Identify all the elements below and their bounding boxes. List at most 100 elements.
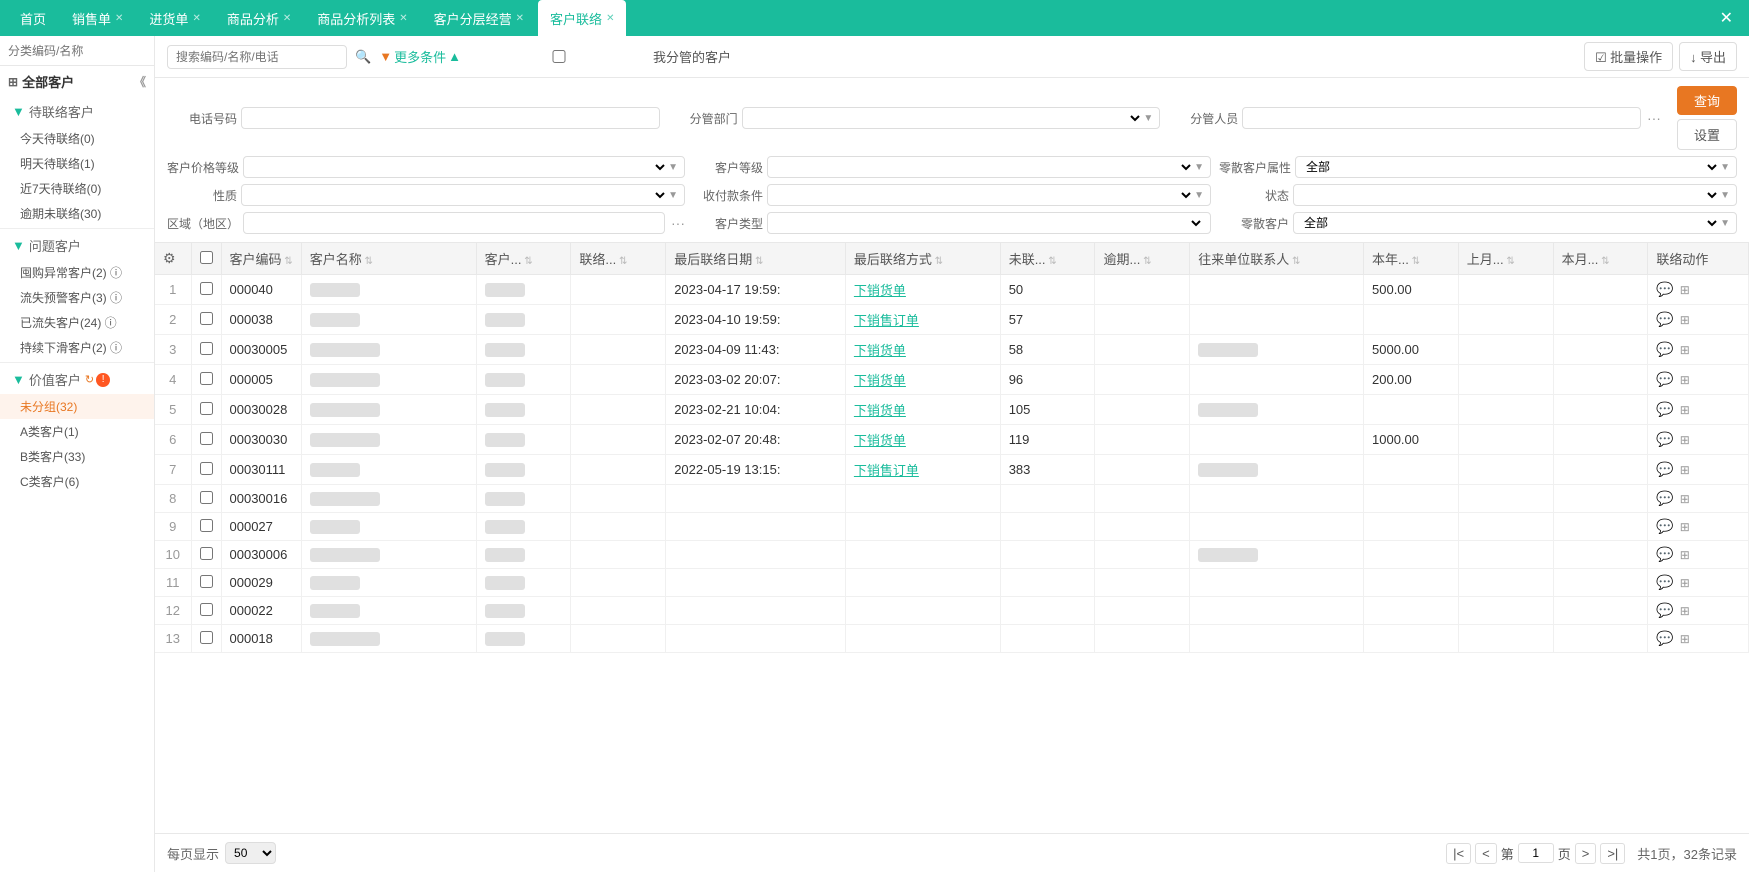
last-method-link[interactable]: 下销货单 [854, 433, 906, 448]
grid-action-icon[interactable]: ⊞ [1680, 632, 1690, 646]
grid-action-icon[interactable]: ⊞ [1680, 463, 1690, 477]
close-analysis-list-tab[interactable]: ✕ [399, 13, 407, 24]
comment-icon[interactable]: 💬 [1656, 371, 1673, 388]
th-check[interactable] [191, 243, 221, 275]
cust-type-wrapper[interactable] [767, 212, 1211, 234]
row-check[interactable] [191, 485, 221, 513]
page-input[interactable] [1518, 843, 1554, 863]
last-method-link[interactable]: 下销货单 [854, 343, 906, 358]
more-conditions-button[interactable]: ▼ 更多条件 ▲ [379, 47, 461, 66]
row-check[interactable] [191, 569, 221, 597]
grid-action-icon[interactable]: ⊞ [1680, 576, 1690, 590]
nature-wrapper[interactable]: ▼ [241, 184, 685, 206]
sidebar-group-problem[interactable]: ▼ 问题客户 [0, 231, 154, 260]
sidebar-item-class-c[interactable]: C类客户(6) [0, 469, 154, 494]
sidebar-item-churned[interactable]: 已流失客户(24) ⓘ [0, 310, 154, 335]
nature-select[interactable] [248, 187, 668, 203]
retail-cust-select[interactable]: 全部 [1300, 215, 1720, 231]
th-contact[interactable]: 联络... [571, 243, 666, 275]
cust-type-select[interactable] [774, 215, 1204, 231]
sidebar-group-pending[interactable]: ▼ 待联络客户 [0, 97, 154, 126]
first-page-btn[interactable]: |< [1446, 843, 1471, 864]
sidebar-item-class-b[interactable]: B类客户(33) [0, 444, 154, 469]
grid-action-icon[interactable]: ⊞ [1680, 403, 1690, 417]
sidebar-item-abnormal[interactable]: 囤购异常客户(2) ⓘ [0, 260, 154, 285]
tab-sales[interactable]: 销售单 ✕ [60, 0, 135, 36]
th-this-year[interactable]: 本年... [1364, 243, 1459, 275]
dept-select-wrapper[interactable]: ▼ [742, 107, 1161, 129]
grid-action-icon[interactable]: ⊞ [1680, 604, 1690, 618]
price-level-select[interactable] [250, 159, 668, 175]
tab-customer-contact[interactable]: 客户联络 ✕ [538, 0, 626, 36]
row-check[interactable] [191, 335, 221, 365]
cust-level-wrapper[interactable]: ▼ [767, 156, 1211, 178]
grid-action-icon[interactable]: ⊞ [1680, 313, 1690, 327]
last-page-btn[interactable]: >| [1600, 843, 1625, 864]
retail-attr-wrapper[interactable]: 全部 ▼ [1295, 156, 1737, 178]
close-sales-tab[interactable]: ✕ [115, 13, 123, 24]
search-button[interactable]: 🔍 [355, 49, 371, 65]
tab-customer-layer[interactable]: 客户分层经营 ✕ [422, 0, 536, 36]
sidebar-item-tomorrow[interactable]: 明天待联络(1) [0, 151, 154, 176]
per-page-select[interactable]: 50 100 [225, 842, 276, 864]
retail-attr-select[interactable]: 全部 [1302, 159, 1720, 175]
th-name[interactable]: 客户名称 [301, 243, 476, 275]
sidebar-search-input[interactable] [8, 44, 155, 58]
refresh-icon[interactable]: ↻ [85, 373, 94, 386]
close-analysis-tab[interactable]: ✕ [283, 13, 291, 24]
status-select[interactable] [1300, 187, 1720, 203]
export-button[interactable]: ↓ 导出 [1679, 42, 1737, 71]
last-method-link[interactable]: 下销售订单 [854, 313, 919, 328]
row-check[interactable] [191, 395, 221, 425]
comment-icon[interactable]: 💬 [1656, 401, 1673, 418]
comment-icon[interactable]: 💬 [1656, 281, 1673, 298]
th-code[interactable]: 客户编码 [221, 243, 301, 275]
sidebar-item-ungroup[interactable]: 未分组(32) [0, 394, 154, 419]
th-overdue[interactable]: 逾期... [1095, 243, 1190, 275]
sidebar-all-customers[interactable]: ⊞ 全部客户 《 [0, 66, 154, 97]
comment-icon[interactable]: 💬 [1656, 311, 1673, 328]
comment-icon[interactable]: 💬 [1656, 431, 1673, 448]
price-level-wrapper[interactable]: ▼ [243, 156, 685, 178]
comment-icon[interactable]: 💬 [1656, 574, 1673, 591]
region-more-icon[interactable]: ··· [671, 215, 685, 231]
close-customer-layer-tab[interactable]: ✕ [516, 13, 524, 24]
row-check[interactable] [191, 365, 221, 395]
sidebar-group-value[interactable]: ▼ 价值客户 ↻ ! [0, 365, 154, 394]
region-input[interactable] [243, 212, 665, 234]
last-method-link[interactable]: 下销货单 [854, 403, 906, 418]
sidebar-item-declining[interactable]: 持续下滑客户(2) ⓘ [0, 335, 154, 360]
sidebar-item-class-a[interactable]: A类客户(1) [0, 419, 154, 444]
last-method-link[interactable]: 下销货单 [854, 373, 906, 388]
row-check[interactable] [191, 305, 221, 335]
sidebar-item-churn-warn[interactable]: 流失预警客户(3) ⓘ [0, 285, 154, 310]
grid-action-icon[interactable]: ⊞ [1680, 492, 1690, 506]
th-cust[interactable]: 客户... [476, 243, 571, 275]
sidebar-item-7days[interactable]: 近7天待联络(0) [0, 176, 154, 201]
tab-home[interactable]: 首页 [8, 0, 58, 36]
retail-cust-wrapper[interactable]: 全部 ▼ [1293, 212, 1737, 234]
grid-action-icon[interactable]: ⊞ [1680, 283, 1690, 297]
next-page-btn[interactable]: > [1575, 843, 1597, 864]
row-check[interactable] [191, 513, 221, 541]
grid-action-icon[interactable]: ⊞ [1680, 373, 1690, 387]
window-close[interactable]: ✕ [1712, 8, 1741, 28]
tab-analysis-list[interactable]: 商品分析列表 ✕ [305, 0, 419, 36]
reset-button[interactable]: 设置 [1677, 119, 1737, 150]
sidebar-item-overdue[interactable]: 逾期未联络(30) [0, 201, 154, 226]
settings-icon[interactable]: ⚙ [163, 250, 176, 266]
last-method-link[interactable]: 下销货单 [854, 283, 906, 298]
phone-input[interactable] [241, 107, 660, 129]
row-check[interactable] [191, 541, 221, 569]
payment-select[interactable] [774, 187, 1194, 203]
grid-action-icon[interactable]: ⊞ [1680, 433, 1690, 447]
th-last-month[interactable]: 上月... [1458, 243, 1553, 275]
dept-select[interactable] [749, 110, 1144, 126]
payment-wrapper[interactable]: ▼ [767, 184, 1211, 206]
comment-icon[interactable]: 💬 [1656, 341, 1673, 358]
batch-button[interactable]: ☑ 批量操作 [1584, 42, 1673, 71]
tab-purchase[interactable]: 进货单 ✕ [137, 0, 212, 36]
person-input[interactable] [1242, 107, 1641, 129]
query-button[interactable]: 查询 [1677, 86, 1737, 115]
select-all-check[interactable] [200, 251, 213, 264]
